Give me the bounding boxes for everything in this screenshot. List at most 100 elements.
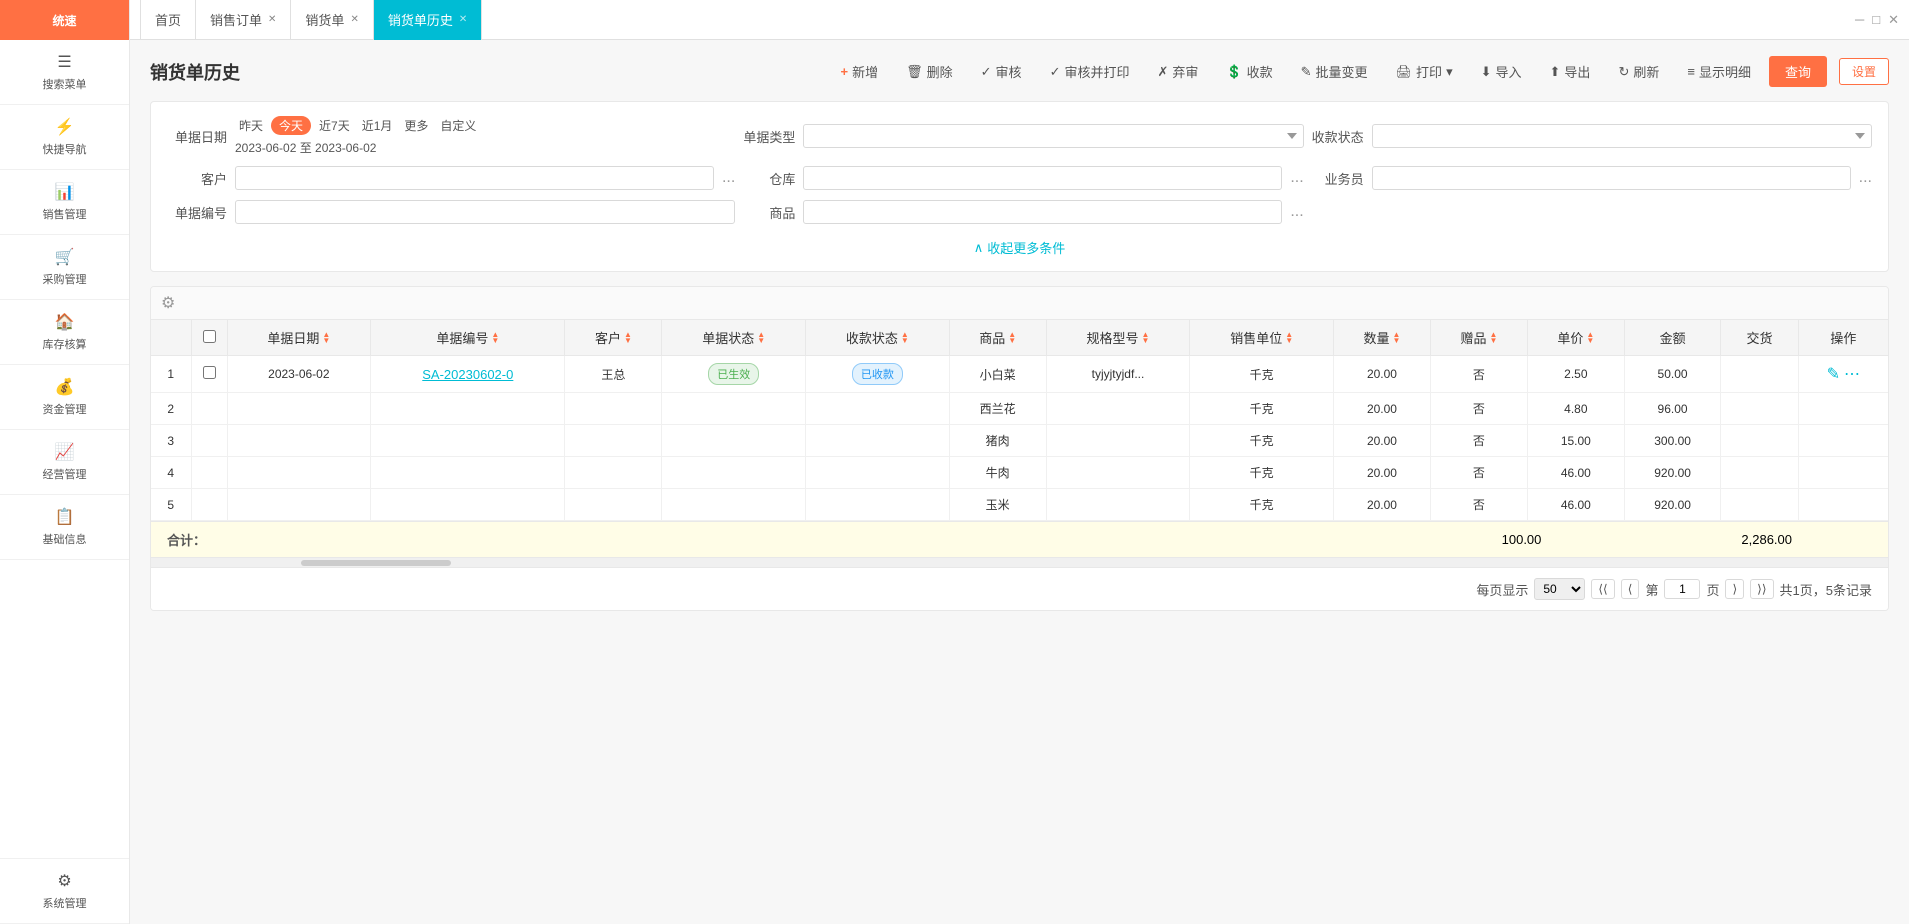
doctype-select[interactable] xyxy=(803,124,1303,148)
sidebar-item-search-menu[interactable]: ☰ 搜索菜单 xyxy=(0,40,129,105)
page-last-button[interactable]: ⟩⟩ xyxy=(1750,579,1773,599)
th-quantity[interactable]: 数量▲▼ xyxy=(1334,320,1431,356)
table-row: 1 2023-06-02 SA-20230602-0 王总 已生效 已收款 小白… xyxy=(151,356,1888,393)
th-checkbox[interactable] xyxy=(191,320,227,356)
collect-icon: 💲 xyxy=(1226,64,1242,80)
date-tab-1month[interactable]: 近1月 xyxy=(358,116,397,135)
date-tab-yesterday[interactable]: 昨天 xyxy=(235,116,267,135)
warehouse-picker[interactable]: ... xyxy=(1290,170,1303,186)
show-detail-button[interactable]: ≡ 显示明细 xyxy=(1677,58,1761,85)
approve-button[interactable]: ✓ 审核 xyxy=(971,58,1032,85)
cell-checkbox[interactable] xyxy=(191,393,227,425)
sidebar-item-base-info[interactable]: 📋 基础信息 xyxy=(0,495,129,560)
cell-checkbox[interactable] xyxy=(191,425,227,457)
cell-spec xyxy=(1046,489,1190,521)
close-window-icon[interactable]: ✕ xyxy=(1888,12,1899,28)
page-next-button[interactable]: ⟩ xyxy=(1725,579,1744,599)
print-button[interactable]: 🖨 打印 ▾ xyxy=(1386,58,1463,85)
tab-sales-delivery-close[interactable]: ✕ xyxy=(350,14,358,25)
page-number-input[interactable] xyxy=(1664,579,1700,599)
cell-checkbox[interactable] xyxy=(191,356,227,393)
approve-print-button[interactable]: ✓ 审核并打印 xyxy=(1040,58,1140,85)
tab-sales-history-close[interactable]: ✕ xyxy=(459,14,467,25)
date-tab-more[interactable]: 更多 xyxy=(400,116,432,135)
goods-picker[interactable]: ... xyxy=(1290,204,1303,220)
tab-sales-delivery[interactable]: 销货单 ✕ xyxy=(291,0,373,40)
th-customer[interactable]: 客户▲▼ xyxy=(565,320,662,356)
page-size-select[interactable]: 50 100 xyxy=(1534,578,1585,600)
cell-quantity: 20.00 xyxy=(1334,393,1431,425)
sidebar-item-finance[interactable]: 💰 资金管理 xyxy=(0,365,129,430)
cell-doc-no xyxy=(371,489,565,521)
cell-checkbox[interactable] xyxy=(191,489,227,521)
staff-picker[interactable]: ... xyxy=(1859,170,1872,186)
paystatus-select[interactable] xyxy=(1372,124,1872,148)
sidebar-item-sales-mgmt[interactable]: 📊 销售管理 xyxy=(0,170,129,235)
sidebar-item-label: 销售管理 xyxy=(43,206,87,222)
th-goods[interactable]: 商品▲▼ xyxy=(949,320,1046,356)
settings-button[interactable]: 设置 xyxy=(1839,58,1889,85)
horizontal-scrollbar[interactable] xyxy=(151,557,1888,567)
date-tab-today[interactable]: 今天 xyxy=(271,116,311,135)
sidebar-item-system-mgmt[interactable]: ⚙ 系统管理 xyxy=(0,858,129,924)
docno-input[interactable] xyxy=(235,200,735,224)
sidebar-item-operations[interactable]: 📈 经营管理 xyxy=(0,430,129,495)
batch-change-button[interactable]: ✎ 批量变更 xyxy=(1291,58,1378,85)
page-prev-button[interactable]: ⟨ xyxy=(1621,579,1640,599)
more-action[interactable]: ⋯ xyxy=(1844,364,1860,384)
goods-input[interactable] xyxy=(803,200,1282,224)
collect-button[interactable]: 💲 收款 xyxy=(1216,58,1282,85)
sidebar-item-label: 系统管理 xyxy=(43,895,87,911)
date-tab-7days[interactable]: 近7天 xyxy=(315,116,354,135)
cell-unit-price: 46.00 xyxy=(1527,457,1624,489)
th-unit[interactable]: 销售单位▲▼ xyxy=(1190,320,1334,356)
sort-down-icon: ▼ xyxy=(1008,338,1016,344)
warehouse-input[interactable] xyxy=(803,166,1282,190)
collapse-button[interactable]: ∧ 收起更多条件 xyxy=(167,234,1872,261)
cell-checkbox[interactable] xyxy=(191,457,227,489)
select-all-checkbox[interactable] xyxy=(203,330,216,343)
export-button[interactable]: ⬆ 导出 xyxy=(1540,58,1601,85)
new-button[interactable]: + 新增 xyxy=(831,58,889,85)
scrollbar-thumb[interactable] xyxy=(301,560,451,566)
sidebar-item-inventory[interactable]: 🏠 库存核算 xyxy=(0,300,129,365)
tab-home[interactable]: 首页 xyxy=(140,0,196,40)
staff-input[interactable] xyxy=(1372,166,1851,190)
minimize-icon[interactable]: ─ xyxy=(1855,12,1864,27)
delete-button[interactable]: 🗑 删除 xyxy=(896,58,963,85)
doc-no-link[interactable]: SA-20230602-0 xyxy=(422,367,513,382)
page-first-button[interactable]: ⟨⟨ xyxy=(1591,579,1614,599)
th-doc-status[interactable]: 单据状态▲▼ xyxy=(662,320,806,356)
tab-sales-order[interactable]: 销售订单 ✕ xyxy=(196,0,291,40)
sidebar-item-quick-nav[interactable]: ⚡ 快捷导航 xyxy=(0,105,129,170)
maximize-icon[interactable]: □ xyxy=(1872,12,1880,27)
edit-action[interactable]: ✎ xyxy=(1827,364,1840,384)
table-settings-icon[interactable]: ⚙ xyxy=(161,293,175,313)
th-goods-label: 商品 xyxy=(979,328,1005,347)
cell-spec xyxy=(1046,425,1190,457)
tab-sales-history[interactable]: 销货单历史 ✕ xyxy=(374,0,482,40)
th-spec[interactable]: 规格型号▲▼ xyxy=(1046,320,1190,356)
import-button[interactable]: ⬇ 导入 xyxy=(1471,58,1532,85)
customer-input[interactable] xyxy=(235,166,714,190)
abandon-button[interactable]: ✗ 弃审 xyxy=(1147,58,1208,85)
approve-print-icon: ✓ xyxy=(1050,64,1061,80)
sidebar-item-purchase-mgmt[interactable]: 🛒 采购管理 xyxy=(0,235,129,300)
tab-sales-order-close[interactable]: ✕ xyxy=(268,14,276,25)
th-doc-date[interactable]: 单据日期▲▼ xyxy=(227,320,371,356)
date-tab-custom[interactable]: 自定义 xyxy=(436,116,480,135)
cell-spec xyxy=(1046,393,1190,425)
th-unit-price[interactable]: 单价▲▼ xyxy=(1527,320,1624,356)
customer-picker[interactable]: ... xyxy=(722,170,735,186)
sidebar-item-label: 资金管理 xyxy=(43,401,87,417)
purchase-icon: 🛒 xyxy=(55,247,75,267)
toolbar: + 新增 🗑 删除 ✓ 审核 ✓ 审核并打印 ✗ 弃审 xyxy=(831,56,1890,87)
th-pay-status[interactable]: 收款状态▲▼ xyxy=(806,320,950,356)
cell-unit: 千克 xyxy=(1190,356,1334,393)
cell-unit-price: 2.50 xyxy=(1527,356,1624,393)
row-checkbox[interactable] xyxy=(203,366,216,379)
th-doc-no[interactable]: 单据编号▲▼ xyxy=(371,320,565,356)
refresh-button[interactable]: ↻ 刷新 xyxy=(1608,58,1669,85)
th-gift[interactable]: 赠品▲▼ xyxy=(1430,320,1527,356)
query-button[interactable]: 查询 xyxy=(1769,56,1827,87)
